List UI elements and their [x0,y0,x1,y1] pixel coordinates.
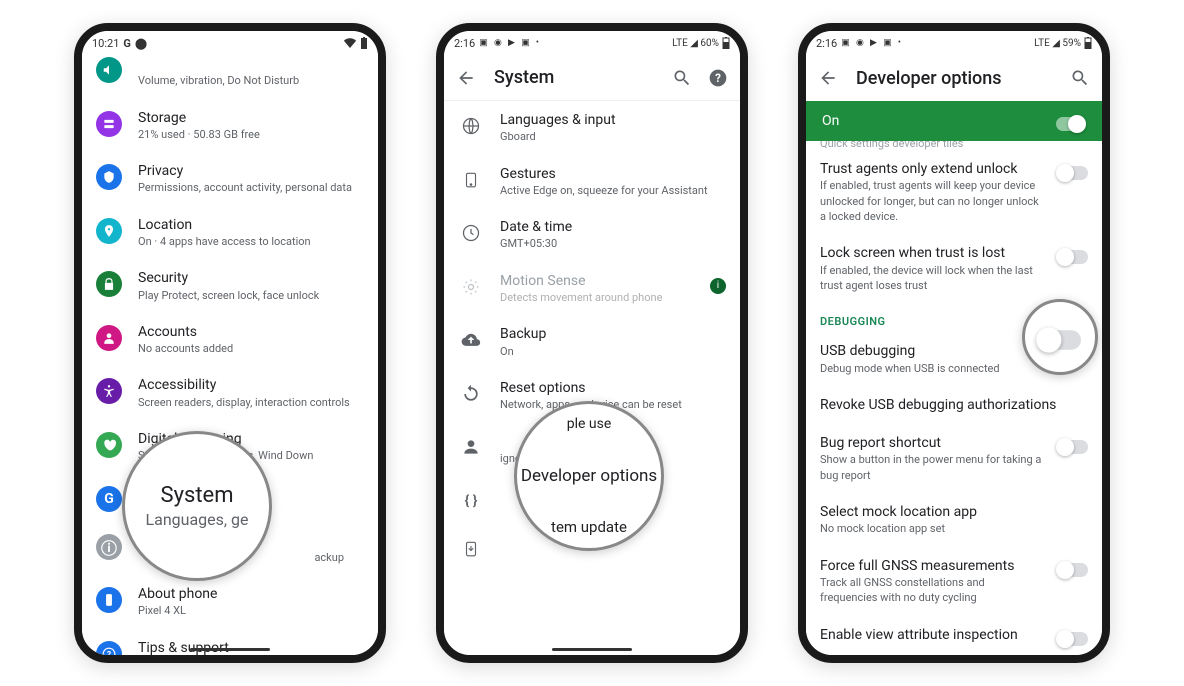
phone-system: 2:16 ▣ ◉ ▶ ▣ • LTE ◢ 60% System ? [436,23,748,663]
status-time: 2:16 [816,37,837,50]
accessibility-icon [96,378,122,404]
master-switch[interactable] [1056,117,1086,131]
reset-icon [458,381,484,407]
wifi-icon [343,38,357,48]
magnifier-title: System [161,483,234,509]
row-gestures[interactable]: GesturesActive Edge on, squeeze for your… [444,155,740,209]
row-languages[interactable]: Languages & inputGboard [444,101,740,155]
help-icon: ? [96,641,122,655]
mag-cut-bot: tem update [551,518,627,536]
row-privacy[interactable]: PrivacyPermissions, account activity, pe… [82,152,378,206]
app-bar: System ? [444,55,740,101]
sound-sub: Volume, vibration, Do Not Disturb [138,73,364,88]
row-security[interactable]: SecurityPlay Protect, screen lock, face … [82,259,378,313]
svg-text:?: ? [715,71,721,85]
google-icon: G [96,486,122,512]
switch-gnss[interactable] [1058,563,1088,577]
status-time: 2:16 [454,37,475,50]
phone-icon [96,587,122,613]
screen: 2:16 ▣ ◉ ▶ ▣ • LTE ◢ 59% Developer optio… [806,31,1102,655]
battery-icon [360,37,368,49]
mag-cut-top: ple use [567,416,612,432]
globe-icon [458,113,484,139]
help-icon[interactable]: ? [708,68,728,88]
page-title: Developer options [856,68,1052,89]
storage-icon [96,111,122,137]
home-indicator[interactable] [190,648,270,651]
row-view-attr[interactable]: Enable view attribute inspection [806,616,1102,655]
status-bar: 10:21 G ⬤ [82,31,378,55]
switch-view-attr[interactable] [1058,632,1088,646]
backup-icon [458,327,484,353]
row-revoke-usb[interactable]: Revoke USB debugging authorizations [806,386,1102,424]
google-status-icon: G [123,37,131,50]
update-icon [458,536,484,562]
row-bugreport[interactable]: Bug report shortcutShow a button in the … [806,424,1102,493]
info-badge[interactable]: i [710,278,726,294]
row-datetime[interactable]: Date & timeGMT+05:30 [444,208,740,262]
location-icon [96,218,122,244]
clock-icon [458,220,484,246]
home-indicator[interactable] [552,648,632,651]
magnified-switch[interactable] [1039,330,1081,350]
row-location[interactable]: LocationOn · 4 apps have access to locat… [82,206,378,260]
accounts-icon [96,325,122,351]
privacy-icon [96,164,122,190]
magnifier-title: Developer options [521,466,657,486]
row-accessibility[interactable]: AccessibilityScreen readers, display, in… [82,366,378,420]
screen: 10:21 G ⬤ Sound Volume, vibrat [82,31,378,655]
switch-trust-agents[interactable] [1058,166,1088,180]
status-app-icons: ▣ ◉ ▶ ▣ • [479,38,541,48]
row-lock-trust[interactable]: Lock screen when trust is lostIf enabled… [806,234,1102,303]
search-icon[interactable] [1070,68,1090,88]
row-trust-agents[interactable]: Trust agents only extend unlockIf enable… [806,150,1102,234]
status-time: 10:21 [92,37,119,50]
phone-devopts: 2:16 ▣ ◉ ▶ ▣ • LTE ◢ 59% Developer optio… [798,23,1110,663]
battery-icon [1084,37,1092,49]
row-tips[interactable]: ? Tips & supportHelp articles, phone & c… [82,629,378,655]
switch-bugreport[interactable] [1058,440,1088,454]
row-mock-location[interactable]: Select mock location appNo mock location… [806,493,1102,547]
system-list[interactable]: Languages & inputGboard GesturesActive E… [444,101,740,655]
app-bar: Developer options [806,55,1102,101]
page-title: System [494,67,654,88]
battery-icon [722,37,730,49]
row-about-phone[interactable]: About phonePixel 4 XL [82,575,378,629]
magnifier-devopts: ple use Developer options tem update [514,401,664,551]
gesture-icon [458,167,484,193]
motion-icon [458,274,484,300]
back-icon[interactable] [818,68,838,88]
status-bar: 2:16 ▣ ◉ ▶ ▣ • LTE ◢ 60% [444,31,740,55]
magnifier-system: System Languages, ge [122,431,272,581]
row-gnss[interactable]: Force full GNSS measurementsTrack all GN… [806,547,1102,616]
security-icon [96,271,122,297]
phone-settings: 10:21 G ⬤ Sound Volume, vibrat [74,23,386,663]
magnifier-usb-switch [1022,299,1098,375]
search-icon[interactable] [672,68,692,88]
shield-status-icon: ⬤ [135,37,147,50]
sound-icon [96,57,122,83]
svg-text:?: ? [107,649,111,655]
row-sound[interactable]: Sound Volume, vibration, Do Not Disturb [82,55,378,99]
signal-label: LTE ◢ 60% [672,38,719,49]
row-storage[interactable]: Storage21% used · 50.83 GB free [82,99,378,153]
wellbeing-icon [96,432,122,458]
screen: 2:16 ▣ ◉ ▶ ▣ • LTE ◢ 60% System ? [444,31,740,655]
code-icon: { } [458,488,484,514]
status-app-icons: ▣ ◉ ▶ ▣ • [841,38,903,48]
on-label: On [822,113,839,129]
magnifier-sub: Languages, ge [146,510,249,529]
row-accounts[interactable]: AccountsNo accounts added [82,313,378,367]
devopts-list[interactable]: Quick settings developer tiles Trust age… [806,141,1102,655]
user-icon [458,434,484,460]
partial-row: Quick settings developer tiles [806,141,1102,150]
row-motion-sense[interactable]: Motion SenseDetects movement around phon… [444,262,740,316]
row-backup[interactable]: BackupOn [444,315,740,369]
signal-label: LTE ◢ 59% [1034,38,1081,49]
switch-lock-trust[interactable] [1058,250,1088,264]
about-icon: ⓘ [96,534,122,560]
master-toggle[interactable]: On [806,101,1102,141]
back-icon[interactable] [456,68,476,88]
status-bar: 2:16 ▣ ◉ ▶ ▣ • LTE ◢ 59% [806,31,1102,55]
